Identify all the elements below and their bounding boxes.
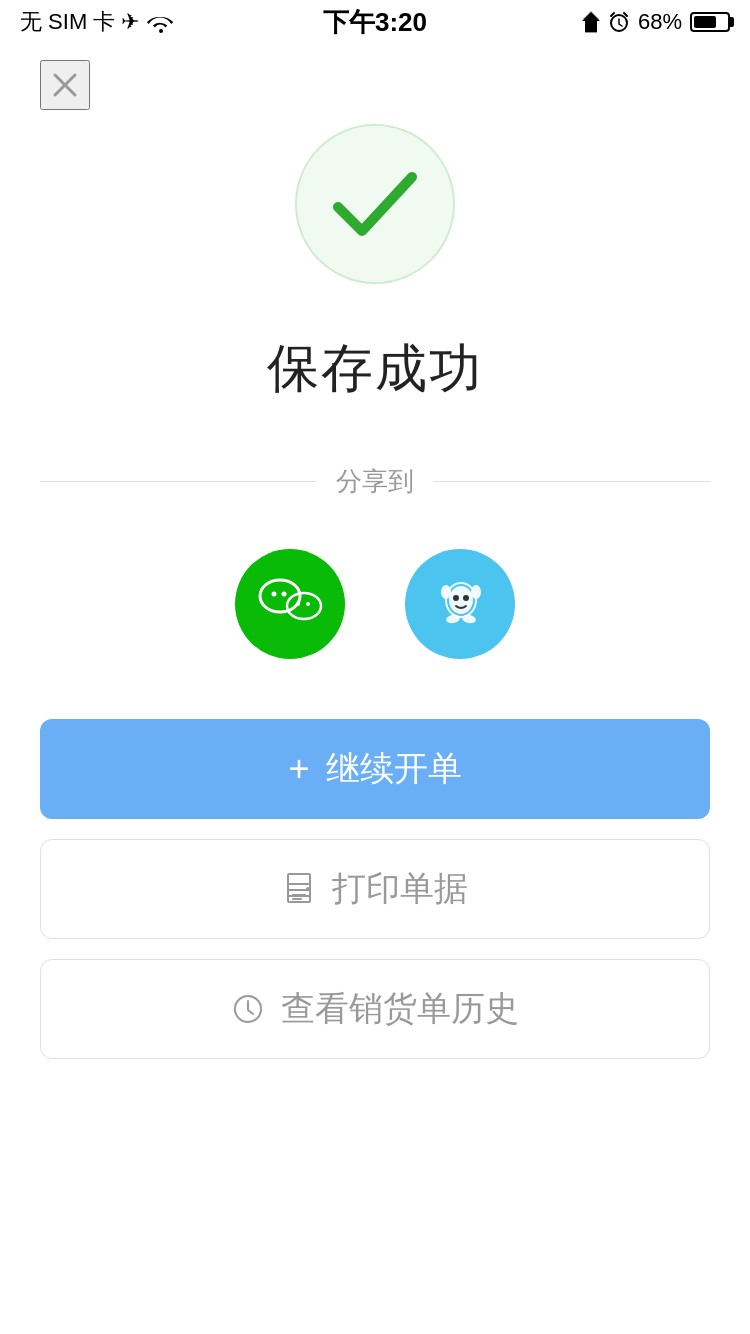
- continue-button[interactable]: + 继续开单: [40, 719, 710, 819]
- plus-icon: +: [288, 751, 309, 787]
- svg-point-21: [306, 887, 310, 891]
- history-button[interactable]: 查看销货单历史: [40, 959, 710, 1059]
- location-icon: [582, 11, 600, 33]
- wifi-icon: [147, 11, 175, 33]
- svg-point-6: [281, 592, 286, 597]
- svg-rect-20: [292, 898, 302, 900]
- svg-rect-17: [288, 874, 310, 884]
- battery-indicator: [690, 12, 730, 32]
- battery-percent: 68%: [638, 9, 682, 35]
- share-label: 分享到: [336, 464, 414, 499]
- sim-text: 无 SIM 卡 ✈: [20, 7, 139, 37]
- status-right: 68%: [582, 9, 730, 35]
- success-indicator: [295, 124, 455, 284]
- checkmark-icon: [330, 169, 420, 239]
- share-divider: 分享到: [40, 464, 710, 499]
- qq-icon: [428, 572, 493, 637]
- wechat-share-button[interactable]: [235, 549, 345, 659]
- action-buttons: + 继续开单 打印单据 查看销货单历史: [0, 719, 750, 1059]
- status-bar: 无 SIM 卡 ✈ 下午3:20 68%: [0, 0, 750, 44]
- qq-share-button[interactable]: [405, 549, 515, 659]
- continue-button-label: 继续开单: [326, 746, 462, 792]
- status-time: 下午3:20: [323, 5, 427, 40]
- svg-point-5: [271, 592, 276, 597]
- history-icon: [231, 992, 265, 1026]
- close-icon: [47, 67, 83, 103]
- print-button[interactable]: 打印单据: [40, 839, 710, 939]
- svg-point-9: [445, 582, 477, 618]
- svg-point-7: [296, 602, 300, 606]
- wechat-icon: [258, 574, 323, 634]
- print-button-label: 打印单据: [332, 866, 468, 912]
- close-button[interactable]: [40, 60, 90, 110]
- printer-icon: [282, 872, 316, 906]
- status-left: 无 SIM 卡 ✈: [20, 7, 175, 37]
- svg-point-4: [287, 593, 321, 619]
- svg-point-12: [463, 595, 469, 601]
- svg-point-14: [471, 585, 481, 599]
- svg-rect-19: [292, 894, 306, 896]
- history-button-label: 查看销货单历史: [281, 986, 519, 1032]
- share-icons-container: [40, 549, 710, 659]
- main-content: 保存成功 分享到: [0, 44, 750, 1059]
- svg-point-8: [306, 602, 310, 606]
- success-title: 保存成功: [267, 334, 483, 404]
- svg-point-11: [453, 595, 459, 601]
- alarm-icon: [608, 11, 630, 33]
- share-section: 分享到: [0, 464, 750, 659]
- svg-point-13: [441, 585, 451, 599]
